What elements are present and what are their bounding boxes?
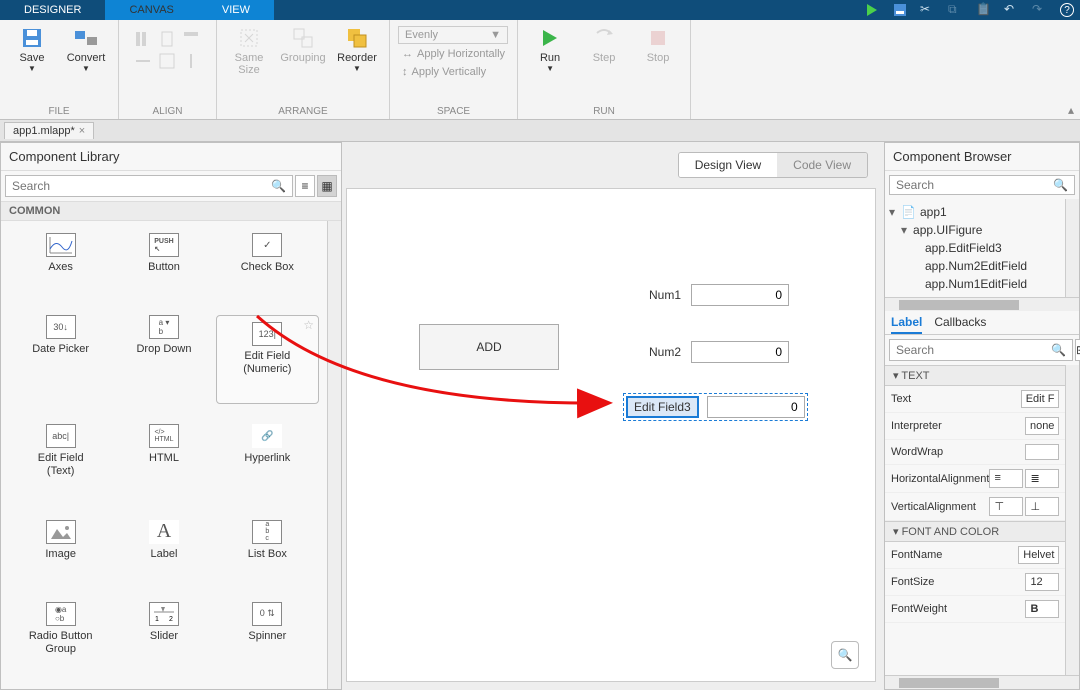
tree-item[interactable]: app.Num1EditField — [889, 275, 1061, 293]
same-size-button: Same Size — [225, 24, 273, 78]
prop-search-input[interactable]: 🔍 — [889, 339, 1073, 361]
tab-designer[interactable]: DESIGNER — [0, 0, 105, 20]
edit-field3-input[interactable] — [707, 396, 805, 418]
tree-figure[interactable]: app.UIFigure — [889, 221, 1061, 239]
comp-check-box[interactable]: ✓Check Box — [216, 233, 319, 295]
scrollbar[interactable] — [885, 297, 1079, 311]
ribbon-collapse-icon[interactable]: ▴ — [1068, 103, 1074, 117]
comp-edit-field-text[interactable]: abc|Edit Field (Text) — [9, 424, 112, 499]
scrollbar[interactable] — [1065, 199, 1079, 297]
comp-html[interactable]: </>HTMLHTML — [112, 424, 215, 499]
copy-icon[interactable]: ⧉ — [948, 2, 964, 18]
ribbon-group-run: RUN — [593, 106, 615, 117]
search-icon: 🔍 — [1051, 343, 1066, 357]
comp-image[interactable]: Image — [9, 520, 112, 582]
space-evenly-select[interactable]: Evenly▼ — [398, 26, 508, 44]
reorder-button[interactable]: Reorder▼ — [333, 24, 381, 75]
num2-input[interactable] — [691, 341, 789, 363]
code-view-tab[interactable]: Code View — [777, 153, 867, 177]
comp-date-picker[interactable]: 30↓Date Picker — [9, 315, 112, 404]
comp-slider[interactable]: 12Slider — [112, 602, 215, 677]
grouping-button: Grouping — [279, 24, 327, 66]
ribbon-group-arrange: ARRANGE — [278, 106, 327, 117]
prop-valign[interactable]: VerticalAlignment⊤⊥ — [885, 493, 1065, 521]
prop-fontweight[interactable]: FontWeightB — [885, 596, 1065, 623]
prop-section-text[interactable]: ▾ TEXT — [885, 365, 1065, 386]
component-browser-title: Component Browser — [885, 143, 1079, 171]
comp-axes[interactable]: Axes — [9, 233, 112, 295]
num1-label: Num1 — [649, 288, 681, 302]
num2-label: Num2 — [649, 345, 681, 359]
section-common: COMMON — [1, 201, 341, 221]
tree-item[interactable]: app.EditField3 — [889, 239, 1061, 257]
component-library-title: Component Library — [1, 143, 341, 171]
close-icon[interactable]: × — [79, 125, 85, 137]
scrollbar[interactable] — [1065, 365, 1079, 675]
run-icon[interactable] — [864, 2, 880, 18]
scrollbar[interactable] — [885, 675, 1079, 689]
comp-list-box[interactable]: abcList Box — [216, 520, 319, 582]
grid-view-toggle[interactable]: ▦ — [317, 175, 337, 197]
tab-view[interactable]: VIEW — [198, 0, 274, 20]
redo-icon[interactable]: ↷ — [1032, 2, 1048, 18]
comp-label[interactable]: ALabel — [112, 520, 215, 582]
prop-wordwrap[interactable]: WordWrap — [885, 440, 1065, 465]
prop-interpreter[interactable]: Interpreternone — [885, 413, 1065, 440]
prop-fontsize[interactable]: FontSize12 — [885, 569, 1065, 596]
run-button[interactable]: Run▼ — [526, 24, 574, 75]
ribbon-group-file: FILE — [48, 106, 69, 117]
prop-halign[interactable]: HorizontalAlignment≡≣ — [885, 465, 1065, 493]
ribbon-group-align: ALIGN — [152, 106, 182, 117]
num1-input[interactable] — [691, 284, 789, 306]
help-icon[interactable]: ? — [1060, 3, 1074, 17]
paste-icon[interactable]: 📋 — [976, 2, 992, 18]
tree-item[interactable]: app.Num2EditField — [889, 257, 1061, 275]
prop-fontname[interactable]: FontNameHelvet — [885, 542, 1065, 569]
tab-callbacks[interactable]: Callbacks — [934, 315, 986, 334]
svg-text:2: 2 — [169, 616, 173, 623]
comp-drop-down[interactable]: a ▾bDrop Down — [112, 315, 215, 404]
prop-section-font[interactable]: ▾ FONT AND COLOR — [885, 521, 1065, 542]
edit-field3-group[interactable]: Edit Field3 — [623, 393, 808, 421]
comp-radio-button-group[interactable]: ◉a○bRadio Button Group — [9, 602, 112, 677]
list-view-toggle[interactable]: ≡ — [295, 175, 315, 197]
stop-button: Stop — [634, 24, 682, 66]
search-input[interactable]: 🔍 — [5, 175, 293, 197]
comp-button[interactable]: PUSH↖Button — [112, 233, 215, 295]
file-tab[interactable]: app1.mlapp* × — [4, 122, 94, 139]
comp-edit-field-numeric[interactable]: 123|Edit Field (Numeric) — [216, 315, 319, 404]
zoom-in-button[interactable]: 🔍 — [831, 641, 859, 669]
convert-button[interactable]: Convert▼ — [62, 24, 110, 75]
step-button: Step — [580, 24, 628, 66]
save-button[interactable]: Save▼ — [8, 24, 56, 75]
apply-vertically-button: ↕ Apply Vertically — [398, 64, 509, 80]
prop-view-btn1[interactable]: ⊞ — [1075, 339, 1080, 361]
svg-text:1: 1 — [155, 616, 159, 623]
ribbon-group-space: SPACE — [437, 106, 470, 117]
prop-text[interactable]: TextEdit F — [885, 386, 1065, 413]
browser-search-input[interactable]: 🔍 — [889, 175, 1075, 195]
comp-hyperlink[interactable]: 🔗Hyperlink — [216, 424, 319, 499]
save-icon[interactable] — [892, 2, 908, 18]
edit-field3-label[interactable]: Edit Field3 — [626, 396, 699, 418]
search-icon: 🔍 — [1053, 178, 1068, 192]
comp-spinner[interactable]: 0 ⇅Spinner — [216, 602, 319, 677]
tab-label[interactable]: Label — [891, 315, 922, 334]
cut-icon[interactable]: ✂ — [920, 2, 936, 18]
tree-root[interactable]: 📄 app1 — [889, 203, 1061, 221]
search-icon: 🔍 — [271, 179, 286, 193]
add-button[interactable]: ADD — [419, 324, 559, 370]
scrollbar[interactable] — [327, 221, 341, 689]
apply-horizontally-button: ↔ Apply Horizontally — [398, 46, 509, 62]
design-view-tab[interactable]: Design View — [679, 153, 777, 177]
undo-icon[interactable]: ↶ — [1004, 2, 1020, 18]
tab-canvas[interactable]: CANVAS — [105, 0, 197, 20]
